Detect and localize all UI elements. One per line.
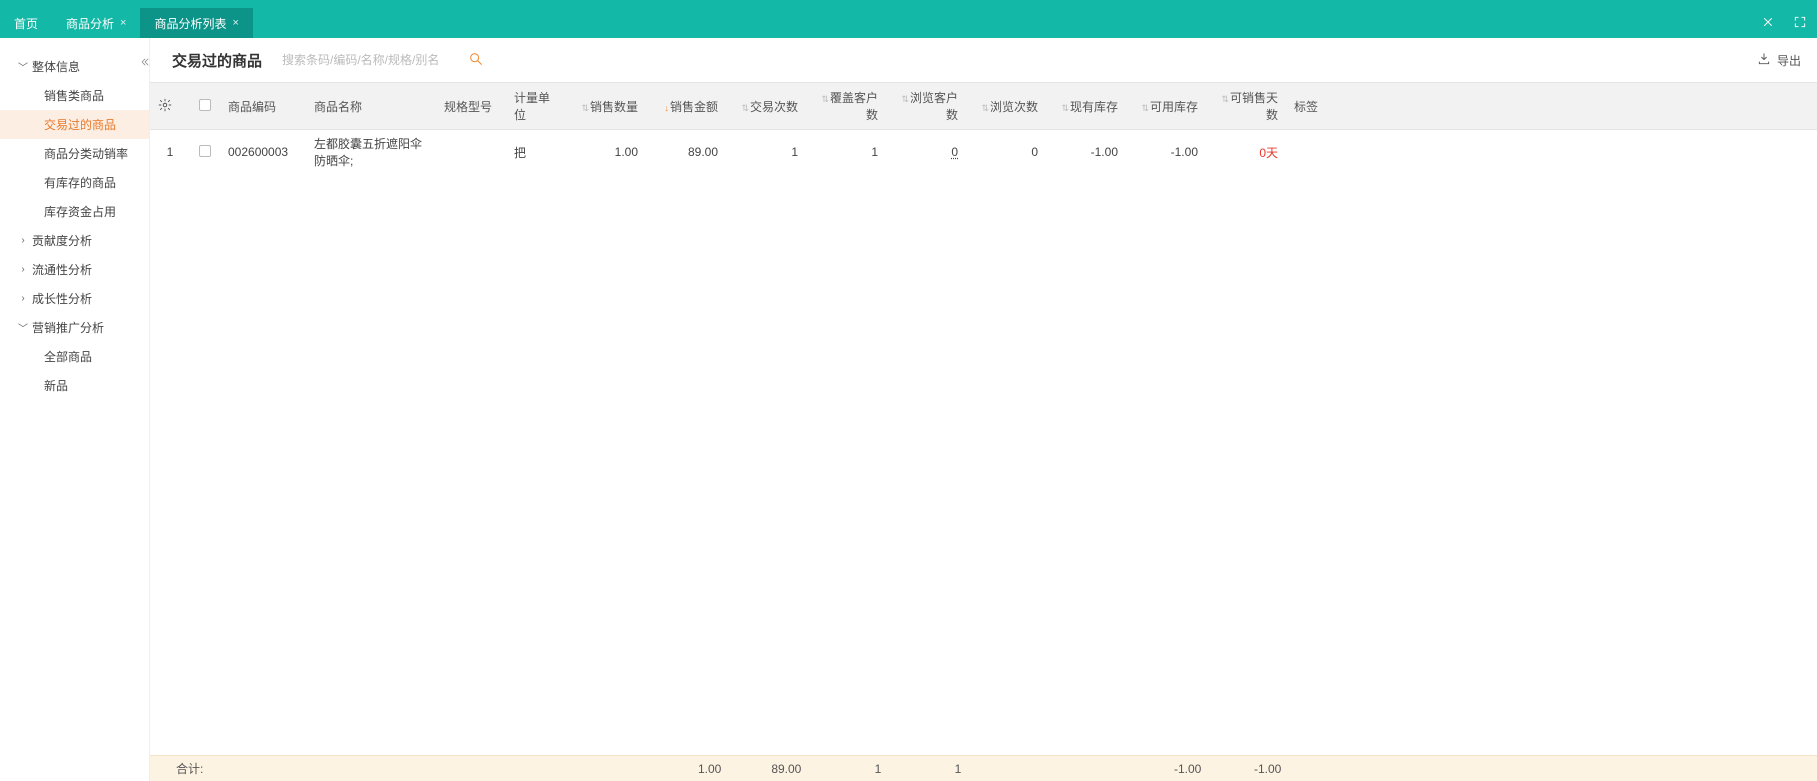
col-unit[interactable]: 计量单位: [506, 83, 566, 130]
sort-icon: ⇅: [821, 94, 828, 104]
sidebar-group-overall[interactable]: ﹀ 整体信息: [0, 52, 149, 81]
cell-cover-cust: 1: [806, 130, 886, 175]
cell-spec: [436, 130, 506, 175]
cell-browse-cnt: 0: [966, 130, 1046, 175]
export-icon: [1757, 52, 1771, 69]
sidebar-group-liquidity[interactable]: › 流通性分析: [0, 255, 149, 284]
cell-cur-stock: -1.00: [1046, 130, 1126, 175]
col-trade-cnt[interactable]: ⇅交易次数: [726, 83, 806, 130]
cell-name: 左都胶囊五折遮阳伞防晒伞;: [306, 130, 436, 175]
summary-browse-cnt: [1049, 756, 1129, 781]
tab-product-analysis-list[interactable]: 商品分析列表 ×: [140, 8, 252, 38]
top-strip: [0, 0, 1817, 8]
col-spec[interactable]: 规格型号: [436, 83, 506, 130]
sort-icon: ⇅: [741, 103, 748, 113]
summary-label: 合计:: [150, 760, 203, 777]
col-browse-cust[interactable]: ⇅浏览客户数: [886, 83, 966, 130]
summary-sale-qty: 1.00: [203, 756, 729, 781]
col-sale-amt[interactable]: ↓销售金额: [646, 83, 726, 130]
chevron-down-icon: ﹀: [18, 320, 28, 335]
chevron-right-icon: ›: [18, 235, 28, 246]
sort-icon: ⇅: [1061, 103, 1068, 113]
cell-sale-days: 0天: [1206, 130, 1286, 175]
sidebar-item-traded-products[interactable]: 交易过的商品: [0, 110, 149, 139]
search-icon[interactable]: [468, 51, 484, 70]
sidebar-item-stock-products[interactable]: 有库存的商品: [0, 168, 149, 197]
summary-sale-amt: 89.00: [729, 756, 809, 781]
col-sale-qty[interactable]: ⇅销售数量: [566, 83, 646, 130]
close-icon[interactable]: ×: [120, 17, 126, 29]
sidebar-group-marketing[interactable]: ﹀ 营销推广分析: [0, 313, 149, 342]
sidebar-group-growth[interactable]: › 成长性分析: [0, 284, 149, 313]
sort-icon: ⇅: [901, 94, 908, 104]
page-title: 交易过的商品: [172, 50, 262, 71]
sort-icon: ⇅: [981, 103, 988, 113]
summary-avail-stock: -1.00: [1209, 756, 1289, 781]
summary-trade-cnt: 1: [809, 756, 889, 781]
sidebar-group-contribution[interactable]: › 贡献度分析: [0, 226, 149, 255]
sidebar-item-stock-funds[interactable]: 库存资金占用: [0, 197, 149, 226]
sidebar-item-sales-products[interactable]: 销售类商品: [0, 81, 149, 110]
sidebar-group-label: 营销推广分析: [32, 319, 104, 336]
col-code[interactable]: 商品编码: [220, 83, 306, 130]
tab-label: 商品分析列表: [154, 15, 226, 32]
row-checkbox[interactable]: [190, 130, 220, 175]
cell-avail-stock: -1.00: [1126, 130, 1206, 175]
sort-desc-icon: ↓: [664, 103, 668, 113]
col-avail-stock[interactable]: ⇅可用库存: [1126, 83, 1206, 130]
close-icon[interactable]: ×: [232, 17, 238, 29]
tab-home[interactable]: 首页: [0, 8, 52, 38]
chevron-right-icon: ›: [18, 293, 28, 304]
tab-label: 首页: [14, 15, 38, 32]
col-sale-days[interactable]: ⇅可销售天数: [1206, 83, 1286, 130]
sidebar-group-label: 流通性分析: [32, 261, 92, 278]
summary-cover-cust: 1: [889, 756, 969, 781]
col-name[interactable]: 商品名称: [306, 83, 436, 130]
chevron-down-icon: ﹀: [18, 59, 28, 74]
cell-sale-qty: 1.00: [566, 130, 646, 175]
sidebar-group-label: 整体信息: [32, 58, 80, 75]
cell-browse-cust[interactable]: 0: [886, 130, 966, 175]
select-all-checkbox[interactable]: [190, 83, 220, 130]
cell-unit: 把: [506, 130, 566, 175]
cell-code: 002600003: [220, 130, 306, 175]
main-panel: 交易过的商品 导出: [150, 38, 1817, 781]
close-all-icon[interactable]: [1757, 15, 1779, 32]
sidebar-item-all-products[interactable]: 全部商品: [0, 342, 149, 371]
table-row[interactable]: 1 002600003 左都胶囊五折遮阳伞防晒伞; 把 1.00 89.00 1…: [150, 130, 1817, 175]
fullscreen-icon[interactable]: [1789, 15, 1811, 32]
col-browse-cnt[interactable]: ⇅浏览次数: [966, 83, 1046, 130]
col-cur-stock[interactable]: ⇅现有库存: [1046, 83, 1126, 130]
sidebar-item-category-turnover[interactable]: 商品分类动销率: [0, 139, 149, 168]
sort-icon: ⇅: [1221, 94, 1228, 104]
chevron-right-icon: ›: [18, 264, 28, 275]
tab-bar: 首页 商品分析 × 商品分析列表 ×: [0, 8, 1817, 38]
col-tag[interactable]: 标签: [1286, 83, 1817, 130]
summary-browse-cust: [969, 756, 1049, 781]
summary-cur-stock: -1.00: [1129, 756, 1209, 781]
export-label: 导出: [1777, 52, 1801, 69]
summary-row: 合计: 1.00 89.00 1 1 -1.00 -1.00: [150, 755, 1817, 781]
export-button[interactable]: 导出: [1757, 52, 1801, 69]
sidebar-item-new-products[interactable]: 新品: [0, 371, 149, 400]
table-header-row: 商品编码 商品名称 规格型号 计量单位 ⇅销售数量 ↓销售金额 ⇅交易次数 ⇅覆…: [150, 83, 1817, 130]
row-index: 1: [150, 130, 190, 175]
data-table: 商品编码 商品名称 规格型号 计量单位 ⇅销售数量 ↓销售金额 ⇅交易次数 ⇅覆…: [150, 82, 1817, 174]
col-cover-cust[interactable]: ⇅覆盖客户数: [806, 83, 886, 130]
cell-tag: [1286, 130, 1817, 175]
sidebar: ﹀ 整体信息 销售类商品 交易过的商品 商品分类动销率 有库存的商品 库存资金占…: [0, 38, 150, 781]
cell-trade-cnt: 1: [726, 130, 806, 175]
sort-icon: ⇅: [581, 103, 588, 113]
sidebar-group-label: 贡献度分析: [32, 232, 92, 249]
sort-icon: ⇅: [1141, 103, 1148, 113]
tab-label: 商品分析: [66, 15, 114, 32]
cell-sale-amt: 89.00: [646, 130, 726, 175]
tab-product-analysis[interactable]: 商品分析 ×: [52, 8, 140, 38]
sidebar-group-label: 成长性分析: [32, 290, 92, 307]
column-settings-button[interactable]: [150, 83, 190, 130]
search-input[interactable]: [280, 49, 460, 72]
